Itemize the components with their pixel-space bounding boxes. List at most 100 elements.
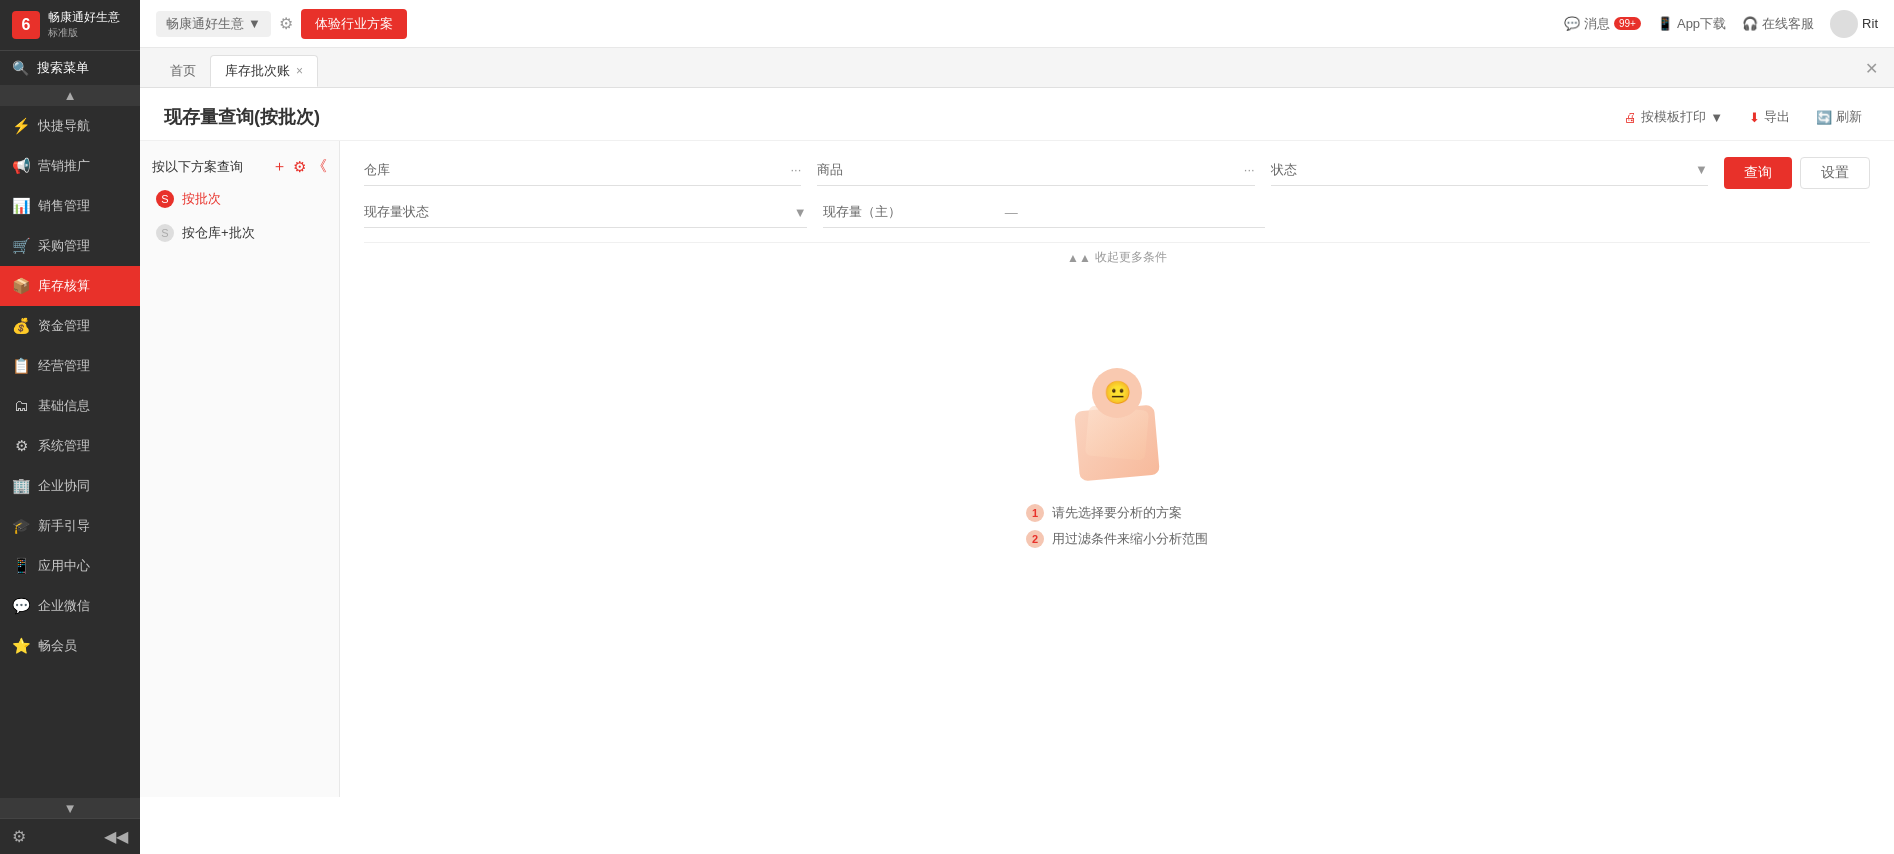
app-logo: 6 — [12, 11, 40, 39]
headset-icon: 🎧 — [1742, 16, 1758, 31]
collapse-bar[interactable]: ▲▲ 收起更多条件 — [364, 242, 1870, 272]
empty-hint-1: 1 请先选择要分析的方案 — [1026, 504, 1208, 522]
empty-hint-2: 2 用过滤条件来缩小分析范围 — [1026, 530, 1208, 548]
sidebar-item-marketing[interactable]: 📢 营销推广 — [0, 146, 140, 186]
sidebar-label-inventory: 库存核算 — [38, 277, 90, 295]
print-icon: 🖨 — [1624, 110, 1637, 125]
sidebar-label-newbie: 新手引导 — [38, 517, 90, 535]
product-input[interactable] — [855, 162, 1243, 177]
inventory-icon: 📦 — [12, 277, 30, 295]
warehouse-input[interactable] — [402, 162, 790, 177]
filter-row-2: 现存量状态 ▼ 现存量（主） — — [364, 203, 1870, 228]
newbie-icon: 🎓 — [12, 517, 30, 535]
refresh-label: 刷新 — [1836, 108, 1862, 126]
hint-num-2: 2 — [1026, 530, 1044, 548]
topbar-right: 💬 消息 99+ 📱 App下载 🎧 在线客服 Rit — [1564, 10, 1878, 38]
product-label: 商品 — [817, 161, 847, 179]
scheme-panel-header: 按以下方案查询 ＋ ⚙ 《 — [140, 151, 339, 182]
sidebar-item-app-center[interactable]: 📱 应用中心 — [0, 546, 140, 586]
sidebar-nav: ⚡ 快捷导航 📢 营销推广 📊 销售管理 🛒 采购管理 📦 库存核算 💰 资金管… — [0, 106, 140, 798]
empty-illustration: 😐 — [1057, 368, 1177, 488]
finance-icon: 💰 — [12, 317, 30, 335]
page-header: 现存量查询(按批次) 🖨 按模板打印 ▼ ⬇ 导出 🔄 刷新 — [140, 88, 1894, 141]
stock-qty-from[interactable] — [917, 205, 997, 220]
scroll-up-button[interactable]: ▲ — [0, 86, 140, 106]
hint-num-1: 1 — [1026, 504, 1044, 522]
warehouse-more-icon[interactable]: ··· — [790, 162, 801, 177]
sidebar-item-finance[interactable]: 💰 资金管理 — [0, 306, 140, 346]
sidebar-item-system[interactable]: ⚙ 系统管理 — [0, 426, 140, 466]
settings-scheme-icon[interactable]: ⚙ — [293, 158, 306, 176]
collapse-scheme-icon[interactable]: 《 — [312, 157, 327, 176]
print-btn[interactable]: 🖨 按模板打印 ▼ — [1616, 104, 1731, 130]
sidebar-label-basic: 基础信息 — [38, 397, 90, 415]
scheme-item-by-batch[interactable]: S 按批次 — [140, 182, 339, 216]
sidebar-item-operations[interactable]: 📋 经营管理 — [0, 346, 140, 386]
refresh-icon: 🔄 — [1816, 110, 1832, 125]
scheme-panel: 按以下方案查询 ＋ ⚙ 《 S 按批次 S 按仓库+批次 — [140, 141, 340, 797]
sidebar: 6 畅康通好生意 标准版 🔍 搜索菜单 ▲ ⚡ 快捷导航 📢 营销推广 📊 销售… — [0, 0, 140, 854]
sidebar-label-app-center: 应用中心 — [38, 557, 90, 575]
messages-label: 消息 — [1584, 15, 1610, 33]
topbar-settings-icon[interactable]: ⚙ — [279, 14, 293, 33]
sidebar-header: 6 畅康通好生意 标准版 — [0, 0, 140, 51]
empty-state: 😐 1 请先选择要分析的方案 2 用过滤条件来缩小分析范围 — [340, 288, 1894, 628]
sidebar-item-inventory[interactable]: 📦 库存核算 — [0, 266, 140, 306]
online-service-label: 在线客服 — [1762, 15, 1814, 33]
sidebar-label-quick-nav: 快捷导航 — [38, 117, 90, 135]
sidebar-item-wechat[interactable]: 💬 企业微信 — [0, 586, 140, 626]
sidebar-item-newbie[interactable]: 🎓 新手引导 — [0, 506, 140, 546]
search-menu-item[interactable]: 🔍 搜索菜单 — [0, 51, 140, 86]
scheme-active-icon: S — [156, 190, 174, 208]
scheme-item-by-warehouse-batch[interactable]: S 按仓库+批次 — [140, 216, 339, 250]
online-service-item[interactable]: 🎧 在线客服 — [1742, 15, 1814, 33]
main-content: 畅康通好生意 ▼ ⚙ 体验行业方案 💬 消息 99+ 📱 App下载 🎧 在线客… — [140, 0, 1894, 854]
status-dropdown-icon[interactable]: ▼ — [1695, 162, 1708, 177]
app-download-item[interactable]: 📱 App下载 — [1657, 15, 1726, 33]
system-icon: ⚙ — [12, 437, 30, 455]
username-label: Rit — [1862, 16, 1878, 31]
hint-text-2: 用过滤条件来缩小分析范围 — [1052, 530, 1208, 548]
sidebar-bottom: ⚙ ◀◀ — [0, 818, 140, 854]
collapse-sidebar-icon[interactable]: ◀◀ — [104, 827, 128, 846]
status-field: 状态 ▼ — [1271, 161, 1708, 186]
quick-nav-icon: ⚡ — [12, 117, 30, 135]
refresh-btn[interactable]: 🔄 刷新 — [1808, 104, 1870, 130]
scroll-down-button[interactable]: ▼ — [0, 798, 140, 818]
experience-btn[interactable]: 体验行业方案 — [301, 9, 407, 39]
user-profile-item[interactable]: Rit — [1830, 10, 1878, 38]
export-label: 导出 — [1764, 108, 1790, 126]
sidebar-item-membership[interactable]: ⭐ 畅会员 — [0, 626, 140, 666]
tab-batch-account[interactable]: 库存批次账 × — [210, 55, 318, 87]
close-all-tabs-icon[interactable]: ✕ — [1865, 58, 1878, 77]
query-button[interactable]: 查询 — [1724, 157, 1792, 189]
print-label: 按模板打印 — [1641, 108, 1706, 126]
settings-icon[interactable]: ⚙ — [12, 827, 26, 846]
export-icon: ⬇ — [1749, 110, 1760, 125]
messages-item[interactable]: 💬 消息 99+ — [1564, 15, 1641, 33]
sidebar-item-quick-nav[interactable]: ⚡ 快捷导航 — [0, 106, 140, 146]
page-title: 现存量查询(按批次) — [164, 105, 320, 129]
app-edition: 标准版 — [48, 26, 120, 40]
scheme-label-by-warehouse-batch: 按仓库+批次 — [182, 224, 255, 242]
scheme-label-by-batch: 按批次 — [182, 190, 221, 208]
tab-home[interactable]: 首页 — [156, 55, 210, 87]
product-more-icon[interactable]: ··· — [1244, 162, 1255, 177]
export-btn[interactable]: ⬇ 导出 — [1741, 104, 1798, 130]
tab-close-icon[interactable]: × — [296, 64, 303, 78]
warehouse-label: 仓库 — [364, 161, 394, 179]
topbar-brand[interactable]: 畅康通好生意 ▼ — [156, 11, 271, 37]
sidebar-item-basic[interactable]: 🗂 基础信息 — [0, 386, 140, 426]
stock-status-dropdown-icon[interactable]: ▼ — [794, 205, 807, 220]
settings-button[interactable]: 设置 — [1800, 157, 1870, 189]
filter-row-1: 仓库 ··· 商品 ··· 状态 — [364, 157, 1870, 189]
scheme-panel-title: 按以下方案查询 — [152, 158, 243, 176]
sidebar-item-enterprise[interactable]: 🏢 企业协同 — [0, 466, 140, 506]
print-dropdown-icon: ▼ — [1710, 110, 1723, 125]
sidebar-label-finance: 资金管理 — [38, 317, 90, 335]
stock-qty-to[interactable] — [1026, 205, 1106, 220]
sidebar-item-purchase[interactable]: 🛒 采购管理 — [0, 226, 140, 266]
add-scheme-icon[interactable]: ＋ — [272, 157, 287, 176]
sidebar-item-sales[interactable]: 📊 销售管理 — [0, 186, 140, 226]
purchase-icon: 🛒 — [12, 237, 30, 255]
